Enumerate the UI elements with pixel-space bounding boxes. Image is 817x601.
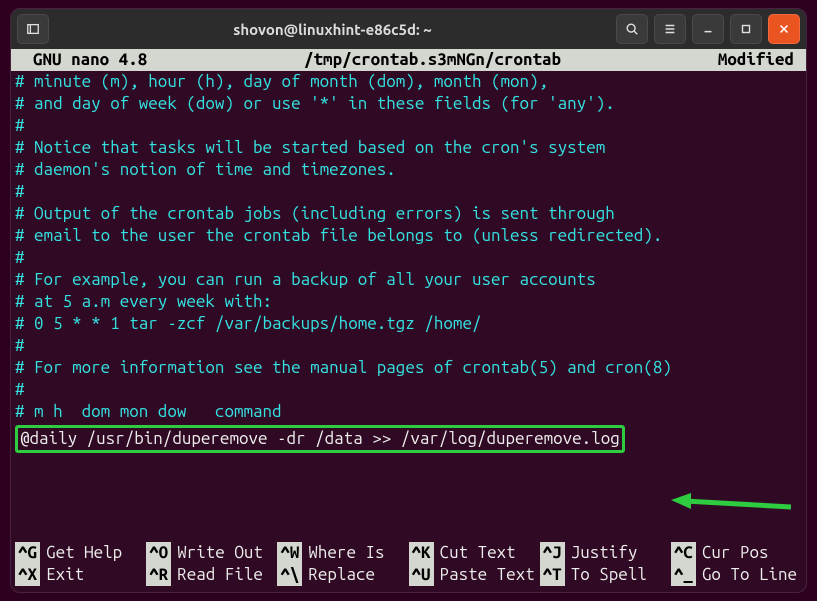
new-tab-button[interactable] bbox=[17, 14, 49, 44]
shortcut-goto: ^_Go To Line bbox=[671, 564, 802, 586]
content-line: # For example, you can run a backup of a… bbox=[15, 270, 596, 289]
content-line: # Notice that tasks will be started base… bbox=[15, 138, 605, 157]
minimize-icon bbox=[701, 22, 715, 36]
shortcut-exit: ^XExit bbox=[15, 564, 146, 586]
shortcut-paste: ^UPaste Text bbox=[409, 564, 540, 586]
content-line: # bbox=[15, 336, 25, 355]
search-icon bbox=[625, 22, 639, 36]
titlebar: shovon@linuxhint-e86c5d: ~ bbox=[11, 9, 806, 49]
terminal-window: shovon@linuxhint-e86c5d: ~ GNU nano 4.8 … bbox=[10, 8, 807, 593]
content-line: # at 5 a.m every week with: bbox=[15, 292, 272, 311]
shortcut-justify: ^JJustify bbox=[540, 542, 671, 564]
shortcut-writeout: ^OWrite Out bbox=[146, 542, 277, 564]
content-line: # m h dom mon dow command bbox=[15, 402, 282, 421]
nano-appname: GNU nano 4.8 bbox=[17, 49, 147, 71]
nano-shortcuts: ^GGet Help ^OWrite Out ^WWhere Is ^KCut … bbox=[15, 542, 802, 586]
shortcut-readfile: ^RRead File bbox=[146, 564, 277, 586]
content-line: # bbox=[15, 182, 25, 201]
close-icon bbox=[777, 22, 791, 36]
shortcut-whereis: ^WWhere Is bbox=[277, 542, 408, 564]
nano-header: GNU nano 4.8 /tmp/crontab.s3mNGn/crontab… bbox=[11, 49, 806, 71]
content-line: # daemon's notion of time and timezones. bbox=[15, 160, 396, 179]
content-line: # Output of the crontab jobs (including … bbox=[15, 204, 615, 223]
window-title: shovon@linuxhint-e86c5d: ~ bbox=[53, 21, 612, 38]
content-line: # bbox=[15, 248, 25, 267]
content-line: # For more information see the manual pa… bbox=[15, 358, 672, 377]
content-line: # and day of week (dow) or use '*' in th… bbox=[15, 94, 615, 113]
nano-filepath: /tmp/crontab.s3mNGn/crontab bbox=[147, 49, 718, 71]
shortcut-cut: ^KCut Text bbox=[409, 542, 540, 564]
shortcut-curpos: ^CCur Pos bbox=[671, 542, 802, 564]
highlighted-line: @daily /usr/bin/duperemove -dr /data >> … bbox=[20, 429, 620, 448]
terminal-area[interactable]: GNU nano 4.8 /tmp/crontab.s3mNGn/crontab… bbox=[11, 49, 806, 592]
content-line: # 0 5 * * 1 tar -zcf /var/backups/home.t… bbox=[15, 314, 481, 333]
menu-button[interactable] bbox=[654, 14, 686, 44]
shortcut-replace: ^\Replace bbox=[277, 564, 408, 586]
annotation-arrow-icon bbox=[671, 493, 791, 513]
content-line: # email to the user the crontab file bel… bbox=[15, 226, 662, 245]
content-line: # bbox=[15, 380, 25, 399]
maximize-icon bbox=[739, 22, 753, 36]
editor-content[interactable]: # minute (m), hour (h), day of month (do… bbox=[11, 71, 806, 455]
content-line: # bbox=[15, 116, 25, 135]
shortcut-spell: ^TTo Spell bbox=[540, 564, 671, 586]
highlighted-line-box: @daily /usr/bin/duperemove -dr /data >> … bbox=[15, 425, 625, 453]
close-button[interactable] bbox=[768, 14, 800, 44]
shortcut-help: ^GGet Help bbox=[15, 542, 146, 564]
hamburger-icon bbox=[663, 22, 677, 36]
maximize-button[interactable] bbox=[730, 14, 762, 44]
search-button[interactable] bbox=[616, 14, 648, 44]
minimize-button[interactable] bbox=[692, 14, 724, 44]
content-line: # minute (m), hour (h), day of month (do… bbox=[15, 72, 548, 91]
new-tab-icon bbox=[26, 22, 40, 36]
nano-status: Modified bbox=[718, 49, 800, 71]
